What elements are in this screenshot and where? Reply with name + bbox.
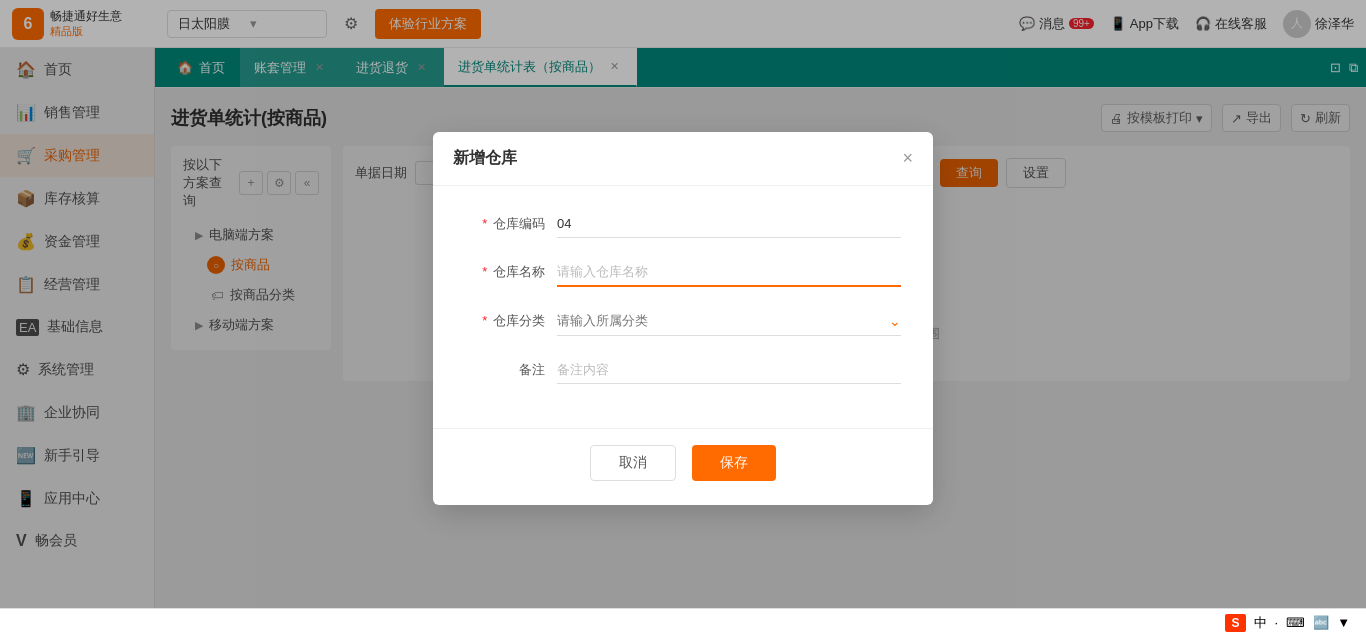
status-logo: S bbox=[1225, 614, 1245, 632]
status-zh-icon: 中 bbox=[1254, 614, 1267, 632]
status-dot-icon: · bbox=[1275, 615, 1279, 630]
note-input[interactable] bbox=[557, 356, 901, 384]
form-row-note: 备注 bbox=[465, 356, 901, 384]
name-label: * 仓库名称 bbox=[465, 263, 545, 281]
modal-overlay: 新增仓库 × * 仓库编码 * 仓库名称 bbox=[0, 0, 1366, 636]
cancel-btn[interactable]: 取消 bbox=[590, 445, 676, 481]
form-row-category: * 仓库分类 ⌄ bbox=[465, 307, 901, 336]
form-row-code: * 仓库编码 bbox=[465, 210, 901, 238]
save-btn[interactable]: 保存 bbox=[692, 445, 776, 481]
status-lang-icon: 🔤 bbox=[1313, 615, 1329, 630]
status-keyboard-icon: ⌨ bbox=[1286, 615, 1305, 630]
category-input[interactable] bbox=[557, 313, 889, 328]
modal-footer: 取消 保存 bbox=[433, 428, 933, 505]
new-warehouse-modal: 新增仓库 × * 仓库编码 * 仓库名称 bbox=[433, 132, 933, 505]
modal-title: 新增仓库 bbox=[453, 148, 517, 169]
note-label: 备注 bbox=[465, 361, 545, 379]
status-arrow-icon: ▼ bbox=[1337, 615, 1350, 630]
status-bar: S 中 · ⌨ 🔤 ▼ bbox=[0, 608, 1366, 636]
modal-header: 新增仓库 × bbox=[433, 132, 933, 186]
modal-close-btn[interactable]: × bbox=[902, 149, 913, 167]
modal-body: * 仓库编码 * 仓库名称 * 仓库分类 bbox=[433, 186, 933, 428]
category-label: * 仓库分类 bbox=[465, 312, 545, 330]
category-select[interactable]: ⌄ bbox=[557, 307, 901, 336]
code-label: * 仓库编码 bbox=[465, 215, 545, 233]
code-input[interactable] bbox=[557, 210, 901, 238]
form-row-name: * 仓库名称 bbox=[465, 258, 901, 287]
name-input[interactable] bbox=[557, 258, 901, 287]
category-dropdown-arrow: ⌄ bbox=[889, 313, 901, 329]
